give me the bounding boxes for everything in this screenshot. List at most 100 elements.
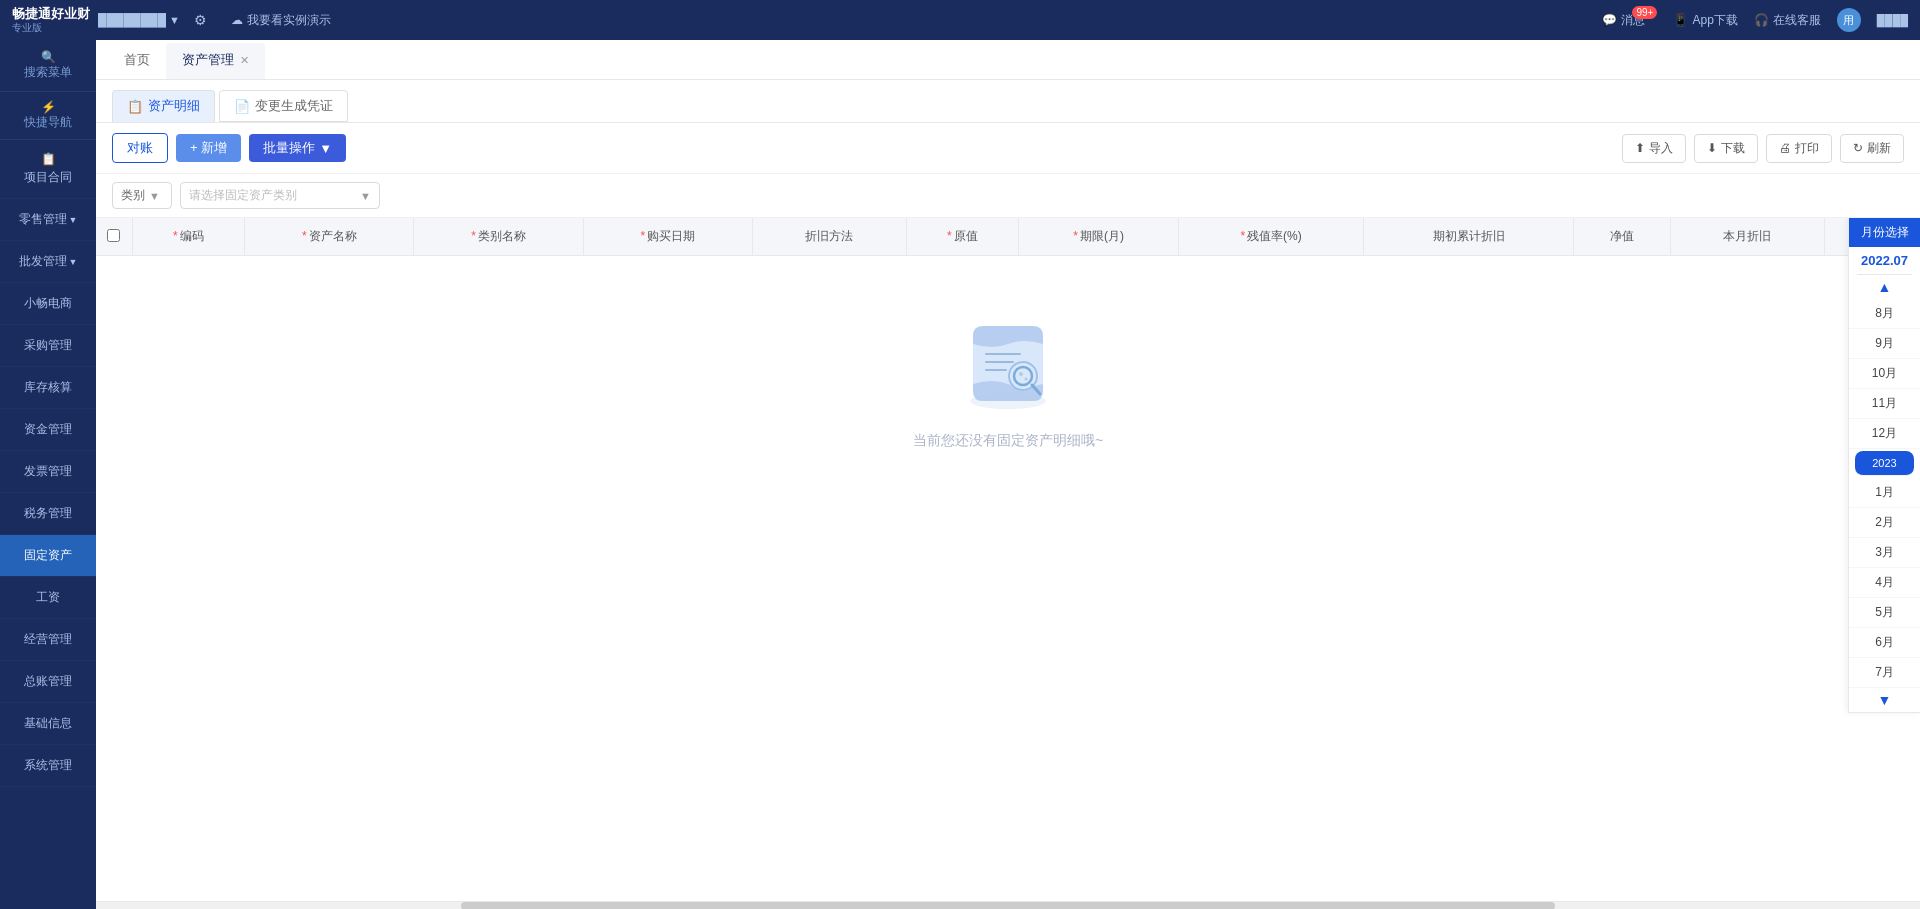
month-item-6[interactable]: 6月: [1849, 628, 1920, 658]
sidebar-item-operations[interactable]: 经营管理: [0, 619, 96, 661]
quick-nav-label: 快捷导航: [4, 114, 92, 131]
month-item-12[interactable]: 12月: [1849, 419, 1920, 449]
month-item-10[interactable]: 10月: [1849, 359, 1920, 389]
sidebar-item-fixed-assets[interactable]: 固定资产: [0, 535, 96, 577]
sidebar-item-wholesale[interactable]: 批发管理 ▼: [0, 241, 96, 283]
finance-label: 资金管理: [24, 421, 72, 438]
sidebar-item-inventory[interactable]: 库存核算: [0, 367, 96, 409]
print-button[interactable]: 🖨 打印: [1766, 134, 1832, 163]
operations-label: 经营管理: [24, 631, 72, 648]
month-item-1[interactable]: 1月: [1849, 478, 1920, 508]
horizontal-scrollbar[interactable]: [96, 901, 1920, 909]
online-service-label: 在线客服: [1773, 12, 1821, 29]
month-item-4[interactable]: 4月: [1849, 568, 1920, 598]
sidebar-item-tax[interactable]: 税务管理: [0, 493, 96, 535]
month-item-8[interactable]: 8月: [1849, 299, 1920, 329]
refresh-icon: ↻: [1853, 141, 1863, 155]
original-value-header: *原值: [906, 218, 1019, 256]
year-2023-badge: 2023: [1855, 451, 1914, 476]
import-button[interactable]: ⬆ 导入: [1622, 134, 1686, 163]
batch-button[interactable]: 批量操作 ▼: [249, 134, 346, 162]
category-header: *类别名称: [414, 218, 583, 256]
sidebar-item-retail[interactable]: 零售管理 ▼: [0, 199, 96, 241]
name-header: *资产名称: [245, 218, 414, 256]
headset-icon: 🎧: [1754, 13, 1769, 27]
sidebar-item-salary[interactable]: 工资: [0, 577, 96, 619]
match-button[interactable]: 对账: [112, 133, 168, 163]
tab-bar: 首页 资产管理 ✕: [96, 40, 1920, 80]
sidebar-item-finance[interactable]: 资金管理: [0, 409, 96, 451]
retail-label-row: 零售管理 ▼: [19, 211, 78, 228]
refresh-label: 刷新: [1867, 140, 1891, 157]
month-item-7[interactable]: 7月: [1849, 658, 1920, 688]
sidebar-item-ecommerce[interactable]: 小畅电商: [0, 283, 96, 325]
sidebar-item-project[interactable]: 📋 项目合同: [0, 140, 96, 199]
asset-management-label: 资产管理: [182, 51, 234, 69]
sidebar-item-basic-info[interactable]: 基础信息: [0, 703, 96, 745]
sidebar-quick-nav[interactable]: ⚡ 快捷导航: [0, 92, 96, 140]
sidebar-item-system[interactable]: 系统管理: [0, 745, 96, 787]
month-item-2[interactable]: 2月: [1849, 508, 1920, 538]
category-filter[interactable]: 类别 ▼: [112, 182, 172, 209]
current-year-month: 2022.07: [1857, 247, 1912, 275]
fixed-assets-label: 固定资产: [24, 547, 72, 564]
wholesale-label-row: 批发管理 ▼: [19, 253, 78, 270]
select-all-checkbox[interactable]: [107, 229, 120, 242]
category-placeholder: 请选择固定资产类别: [189, 187, 297, 204]
batch-button-label: 批量操作: [263, 139, 315, 157]
tab-home[interactable]: 首页: [108, 43, 166, 79]
list-icon: 📋: [127, 99, 143, 114]
download-button[interactable]: ⬇ 下载: [1694, 134, 1758, 163]
company-dropdown[interactable]: ████████ ▼: [98, 13, 180, 27]
demo-link[interactable]: ☁ 我要看实例演示: [231, 12, 331, 29]
app-name-block: 畅捷通好业财 专业版: [12, 6, 90, 34]
month-nav-up: ▲: [1849, 275, 1920, 299]
add-button[interactable]: + 新增: [176, 134, 241, 162]
input-arrow: ▼: [360, 190, 371, 202]
project-label: 项目合同: [24, 169, 72, 186]
month-item-9[interactable]: 9月: [1849, 329, 1920, 359]
sub-tab-asset-detail[interactable]: 📋 资产明细: [112, 90, 215, 122]
sub-tab-change-voucher[interactable]: 📄 变更生成凭证: [219, 90, 348, 122]
content-area: 首页 资产管理 ✕ 📋 资产明细 📄 变更生成凭证: [96, 40, 1920, 909]
residual-rate-header: *残值率(%): [1179, 218, 1364, 256]
month-up-button[interactable]: ▲: [1878, 279, 1892, 295]
sidebar: 🔍 搜索菜单 ⚡ 快捷导航 📋 项目合同 零售管理 ▼ 批发管理 ▼ 小畅电商: [0, 40, 96, 909]
app-download-action[interactable]: 📱 App下载: [1673, 12, 1737, 29]
month-down-button[interactable]: ▼: [1878, 692, 1892, 708]
company-name: ████████: [98, 13, 166, 27]
month-item-3[interactable]: 3月: [1849, 538, 1920, 568]
sidebar-item-ledger[interactable]: 总账管理: [0, 661, 96, 703]
filter-row: 类别 ▼ 请选择固定资产类别 ▼: [96, 174, 1920, 218]
tab-close-button[interactable]: ✕: [240, 54, 249, 67]
salary-label: 工资: [36, 589, 60, 606]
net-value-header: 净值: [1574, 218, 1671, 256]
checkbox-header: [96, 218, 132, 256]
sidebar-search[interactable]: 🔍 搜索菜单: [0, 40, 96, 92]
period-header: *期限(月): [1019, 218, 1179, 256]
app-download-label: App下载: [1692, 12, 1737, 29]
scroll-thumb[interactable]: [461, 902, 1555, 909]
month-panel: 月份选择 2022.07 ▲ 8月 9月 10月 11月 12月 2023 1月…: [1848, 218, 1920, 713]
month-item-11[interactable]: 11月: [1849, 389, 1920, 419]
message-action[interactable]: 💬 消息 99+: [1602, 12, 1645, 29]
basic-info-label: 基础信息: [24, 715, 72, 732]
category-input[interactable]: 请选择固定资产类别 ▼: [180, 182, 380, 209]
user-avatar[interactable]: 用: [1837, 8, 1861, 32]
month-item-5[interactable]: 5月: [1849, 598, 1920, 628]
asset-detail-label: 资产明细: [148, 97, 200, 115]
asset-table: *编码 *资产名称 *类别名称 *购买日期 折旧方法 *原值 *期限(月) *残…: [96, 218, 1920, 256]
settings-button[interactable]: ⚙: [194, 12, 207, 28]
search-icon: 🔍: [8, 50, 88, 64]
table-header: *编码 *资产名称 *类别名称 *购买日期 折旧方法 *原值 *期限(月) *残…: [96, 218, 1920, 256]
sidebar-item-invoice[interactable]: 发票管理: [0, 451, 96, 493]
sidebar-item-purchase[interactable]: 采购管理: [0, 325, 96, 367]
app-subtitle: 专业版: [12, 22, 90, 34]
refresh-button[interactable]: ↻ 刷新: [1840, 134, 1904, 163]
online-service-action[interactable]: 🎧 在线客服: [1754, 12, 1821, 29]
purchase-date-header: *购买日期: [583, 218, 752, 256]
monthly-depreciation-header: 本月折旧: [1671, 218, 1825, 256]
tab-asset-management[interactable]: 资产管理 ✕: [166, 43, 265, 79]
retail-label: 零售管理: [19, 211, 67, 228]
ecommerce-label: 小畅电商: [24, 295, 72, 312]
